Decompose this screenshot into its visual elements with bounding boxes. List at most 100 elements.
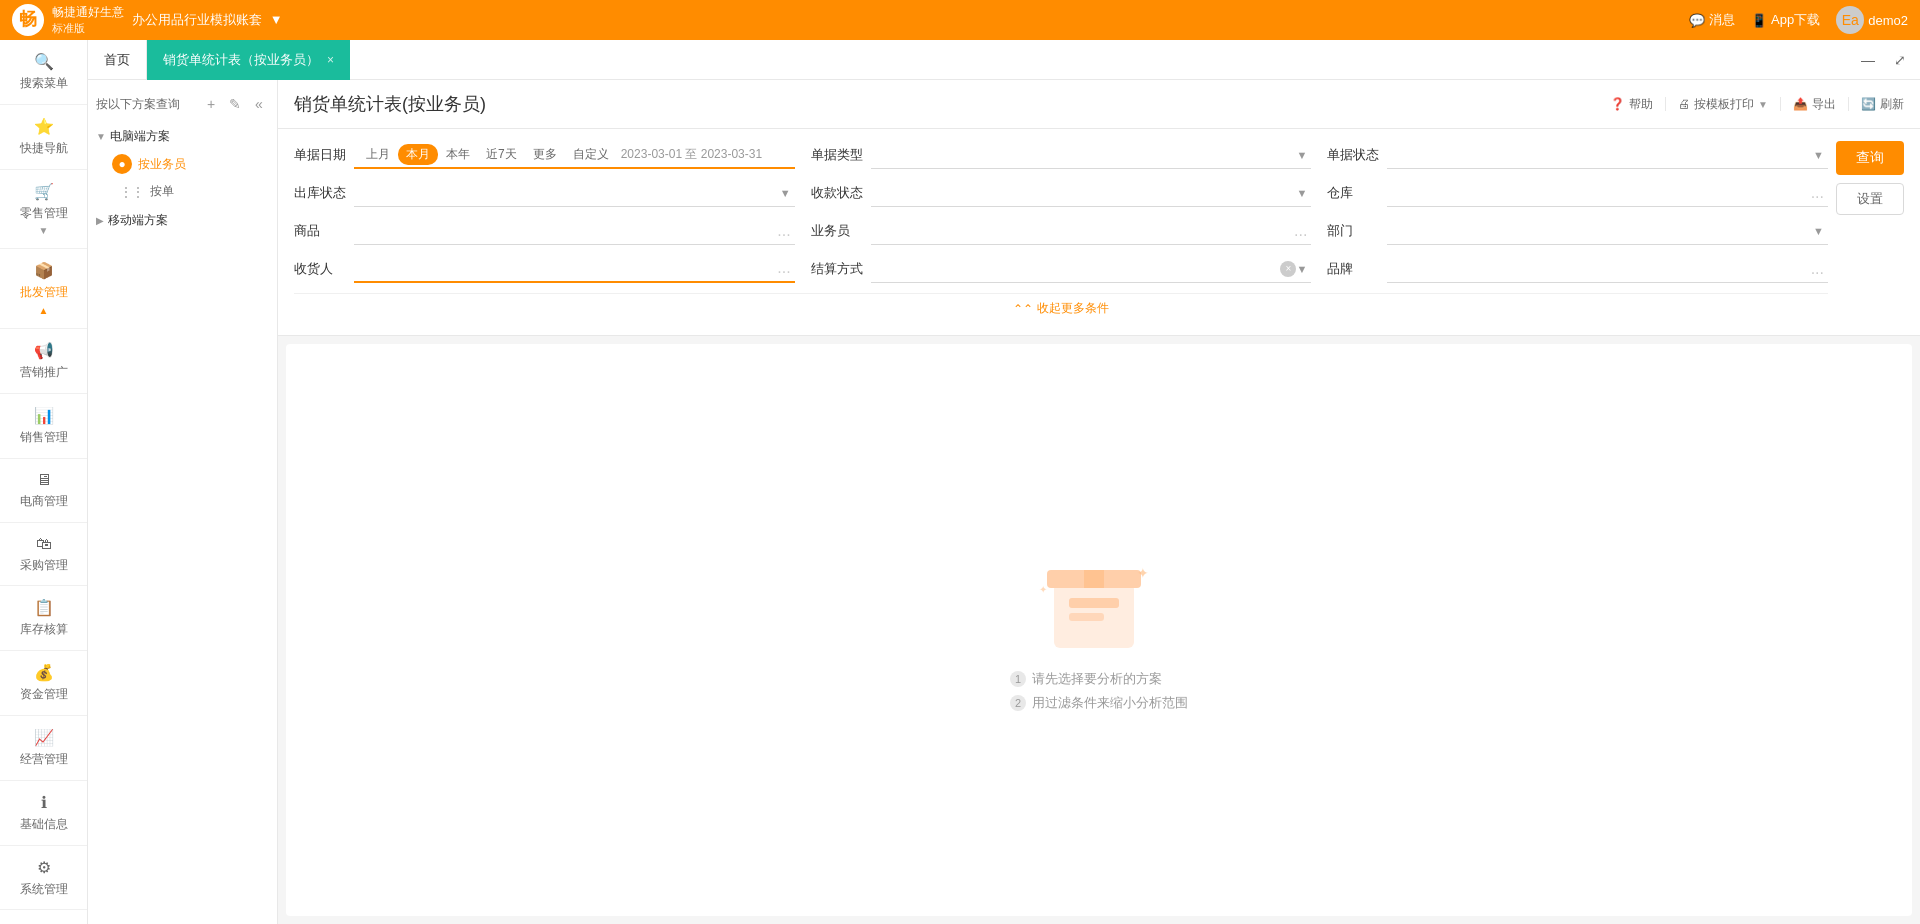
salesperson-control[interactable]: ... — [871, 217, 1312, 245]
sidebar-item-finance[interactable]: 💰 资金管理 — [0, 651, 87, 716]
goods-more-icon[interactable]: ... — [777, 222, 790, 240]
app-download-button[interactable]: 📱 App下载 — [1751, 11, 1820, 29]
sidebar-item-purchase[interactable]: 🛍 采购管理 — [0, 523, 87, 587]
logo-text: 畅捷通好生意 标准版 — [52, 5, 124, 35]
basic-icon: ℹ — [41, 793, 47, 812]
tab-window-actions: — ⤢ — [1856, 48, 1920, 72]
help-icon: ❓ — [1610, 97, 1625, 111]
top-bar: 畅 畅捷通好生意 标准版 办公用品行业模拟账套 ▼ 💬 消息 📱 App下载 — [0, 0, 1920, 40]
filter-row-1: 单据日期 上月 本月 本年 近7天 更多 — [294, 141, 1828, 169]
department-control[interactable]: ▼ — [1387, 217, 1828, 245]
date-last-month[interactable]: 上月 — [358, 144, 398, 165]
consignee-label: 收货人 — [294, 260, 346, 278]
svg-rect-3 — [1069, 598, 1119, 608]
sidebar-item-inventory[interactable]: 📋 库存核算 — [0, 586, 87, 651]
sidebar-item-ecommerce[interactable]: 🖥 电商管理 — [0, 459, 87, 523]
right-main: 销货单统计表(按业务员) ❓ 帮助 🖨 按模板打印 ▼ — [278, 80, 1920, 924]
print-button[interactable]: 🖨 按模板打印 ▼ — [1678, 96, 1768, 113]
sidebar-item-retail[interactable]: 🛒 零售管理 ▼ — [0, 170, 87, 250]
goods-control[interactable]: ... — [354, 217, 795, 245]
receipt-status-filter-item: 收款状态 ▼ — [811, 179, 1312, 207]
workspace-dropdown[interactable]: ▼ — [270, 12, 283, 27]
sidebar-item-basic[interactable]: ℹ 基础信息 — [0, 781, 87, 846]
sidebar-item-quicknav[interactable]: ⭐ 快捷导航 — [0, 105, 87, 170]
brand-filter-item: 品牌 ... — [1327, 255, 1828, 283]
message-button[interactable]: 💬 消息 — [1689, 11, 1735, 29]
consignee-more-icon[interactable]: ... — [777, 259, 790, 277]
doc-type-filter-item: 单据类型 ▼ — [811, 141, 1312, 169]
refresh-icon: 🔄 — [1861, 97, 1876, 111]
page-content: 按以下方案查询 + ✎ « ▼ 电脑端方案 ● — [88, 80, 1920, 924]
doc-type-control[interactable]: ▼ — [871, 141, 1312, 169]
sidebar-item-system[interactable]: ⚙ 系统管理 — [0, 846, 87, 911]
minimize-button[interactable]: — — [1856, 48, 1880, 72]
salesperson-scheme-item[interactable]: ● 按业务员 — [88, 149, 277, 179]
consignee-control[interactable]: ... — [354, 255, 795, 283]
settings-button[interactable]: 设置 — [1836, 183, 1904, 215]
out-status-control[interactable]: ▼ — [354, 179, 795, 207]
date-this-month[interactable]: 本月 — [398, 144, 438, 165]
salesperson-more-icon[interactable]: ... — [1294, 222, 1307, 240]
print-dropdown-icon[interactable]: ▼ — [1758, 99, 1768, 110]
query-button[interactable]: 查询 — [1836, 141, 1904, 175]
page-header: 销货单统计表(按业务员) ❓ 帮助 🖨 按模板打印 ▼ — [278, 80, 1920, 129]
sidebar-item-marketing[interactable]: 📢 营销推广 — [0, 329, 87, 394]
tab-bar: 首页 销货单统计表（按业务员） × — ⤢ — [88, 40, 1920, 80]
collapse-filters-button[interactable]: ⌃⌃ 收起更多条件 — [294, 293, 1828, 323]
expand-arrow-icon: ▼ — [96, 131, 106, 142]
workspace-title: 办公用品行业模拟账套 ▼ — [132, 11, 283, 29]
sidebar-item-collab[interactable]: 🤝 企业协同 — [0, 910, 87, 924]
system-icon: ⚙ — [37, 858, 51, 877]
date-7days[interactable]: 近7天 — [478, 144, 525, 165]
filter-row-3: 商品 ... 业务员 — [294, 217, 1828, 245]
refresh-button[interactable]: 🔄 刷新 — [1861, 96, 1904, 113]
brand-label: 品牌 — [1327, 260, 1379, 278]
sidebar-item-operations[interactable]: 📈 经营管理 — [0, 716, 87, 781]
date-this-year[interactable]: 本年 — [438, 144, 478, 165]
tab-active[interactable]: 销货单统计表（按业务员） × — [147, 40, 350, 80]
warehouse-control[interactable]: ... — [1387, 179, 1828, 207]
wholesale-icon: 📦 — [34, 261, 54, 280]
date-more[interactable]: 更多 — [525, 144, 565, 165]
receipt-status-label: 收款状态 — [811, 184, 863, 202]
doc-status-label: 单据状态 — [1327, 146, 1379, 164]
maximize-button[interactable]: ⤢ — [1888, 48, 1912, 72]
brand-more-icon[interactable]: ... — [1811, 260, 1824, 278]
tab-close-icon[interactable]: × — [327, 53, 334, 67]
sidebar-item-search[interactable]: 🔍 搜索菜单 — [0, 40, 87, 105]
brand-control[interactable]: ... — [1387, 255, 1828, 283]
collapse-panel-button[interactable]: « — [249, 94, 269, 114]
export-button[interactable]: 📤 导出 — [1793, 96, 1836, 113]
sidebar-item-wholesale[interactable]: 📦 批发管理 ▲ — [0, 249, 87, 329]
logo: 畅 畅捷通好生意 标准版 — [12, 4, 124, 36]
order-sub-item[interactable]: ⋮⋮ 按单 — [88, 179, 277, 204]
doc-status-control[interactable]: ▼ — [1387, 141, 1828, 169]
page-header-actions: ❓ 帮助 🖨 按模板打印 ▼ 📤 — [1610, 96, 1904, 113]
sidebar-item-sales[interactable]: 📊 销售管理 — [0, 394, 87, 459]
add-scheme-button[interactable]: + — [201, 94, 221, 114]
desktop-scheme-header[interactable]: ▼ 电脑端方案 — [88, 124, 277, 149]
date-control[interactable]: 上月 本月 本年 近7天 更多 自定义 2023-03-01 至 2023-03… — [354, 141, 795, 169]
mobile-scheme-header[interactable]: ▶ 移动端方案 — [88, 208, 277, 233]
settlement-control[interactable]: × ▼ — [871, 255, 1312, 283]
receipt-status-control[interactable]: ▼ — [871, 179, 1312, 207]
logo-icon: 畅 — [12, 4, 44, 36]
tab-home[interactable]: 首页 — [88, 40, 147, 80]
user-avatar[interactable]: Ea demo2 — [1836, 6, 1908, 34]
date-custom[interactable]: 自定义 — [565, 144, 617, 165]
settlement-clear-button[interactable]: × — [1280, 261, 1296, 277]
receipt-status-dropdown-icon: ▼ — [1296, 187, 1307, 199]
filter-row-4: 收货人 ... 结算方式 — [294, 255, 1828, 283]
warehouse-more-icon[interactable]: ... — [1811, 184, 1824, 202]
salesperson-filter-item: 业务员 ... — [811, 217, 1312, 245]
inventory-icon: 📋 — [34, 598, 54, 617]
out-status-dropdown-icon: ▼ — [780, 187, 791, 199]
help-button[interactable]: ❓ 帮助 — [1610, 96, 1653, 113]
department-dropdown-icon: ▼ — [1813, 225, 1824, 237]
filter-fields: 单据日期 上月 本月 本年 近7天 更多 — [294, 141, 1828, 323]
order-icon: ⋮⋮ — [120, 185, 144, 199]
edit-scheme-button[interactable]: ✎ — [225, 94, 245, 114]
doc-status-filter-item: 单据状态 ▼ — [1327, 141, 1828, 169]
svg-rect-2 — [1084, 570, 1104, 588]
department-label: 部门 — [1327, 222, 1379, 240]
